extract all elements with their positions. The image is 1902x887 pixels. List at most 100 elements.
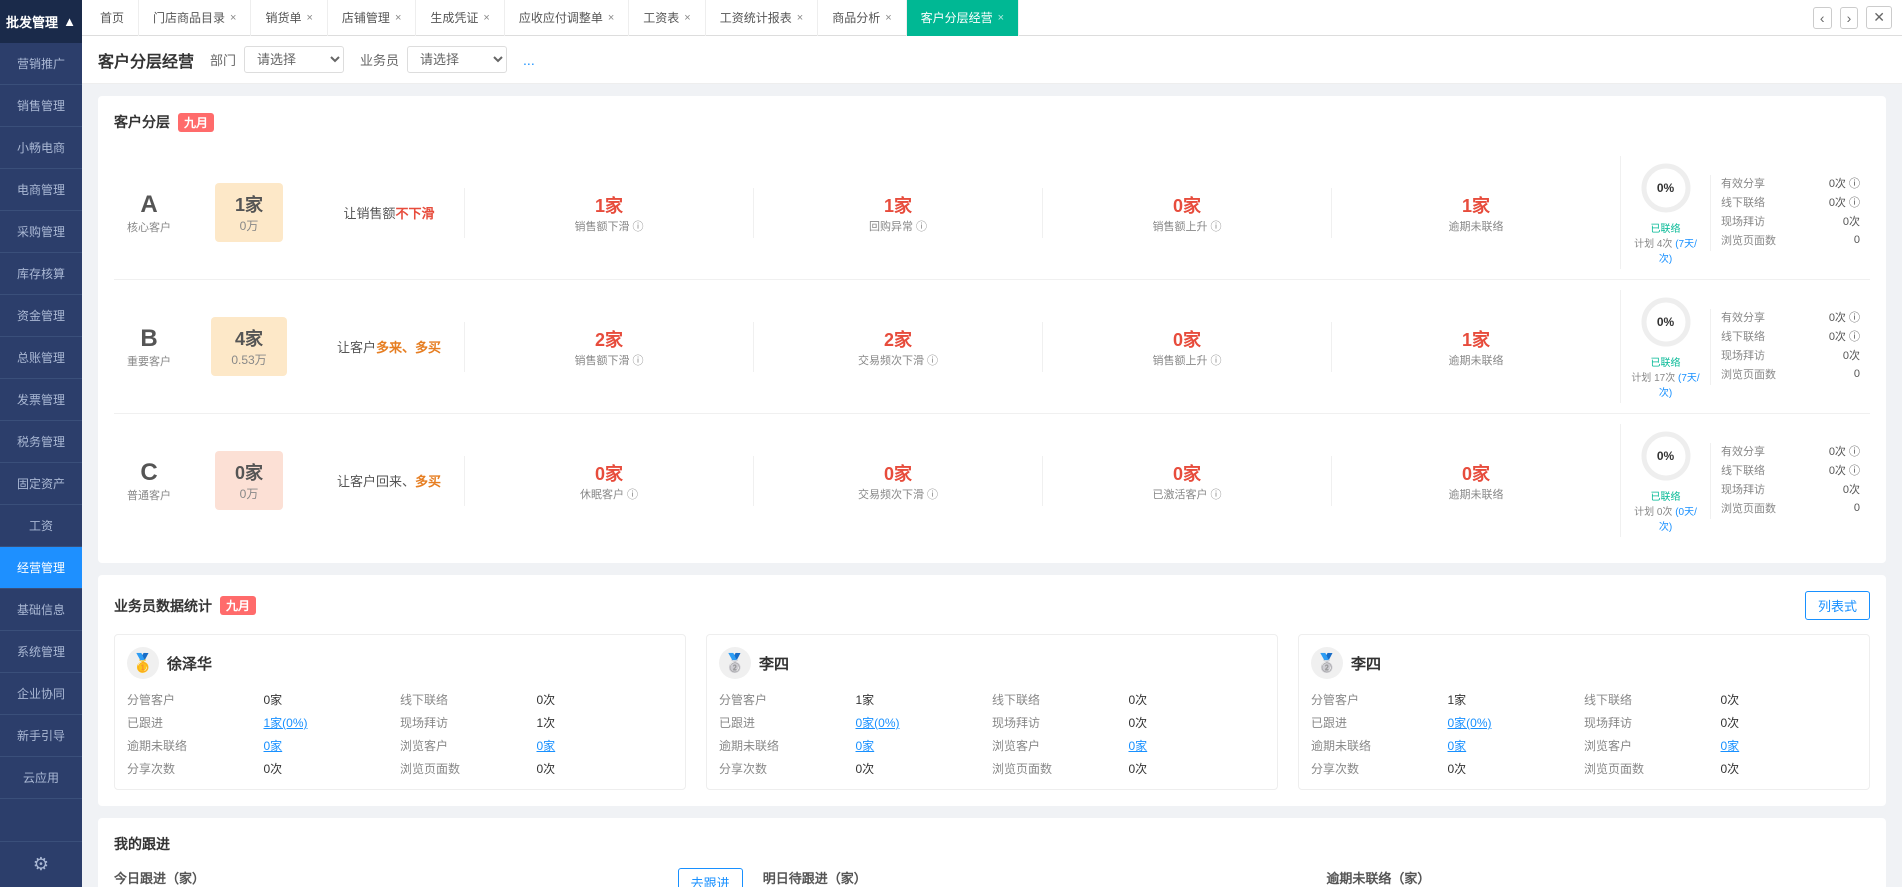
- sidebar-item-固定资产[interactable]: 固定资产: [0, 463, 82, 505]
- page-header-bar: 客户分层经营 部门 请选择 业务员 请选择 ...: [82, 36, 1902, 84]
- tab-客户分层经营[interactable]: 客户分层经营×: [907, 0, 1019, 36]
- tab-close-应收应付调整单[interactable]: ×: [608, 12, 614, 24]
- tab-prev-button[interactable]: ‹: [1813, 7, 1832, 29]
- tab-商品分析[interactable]: 商品分析×: [818, 0, 906, 36]
- biz-stats-title: 业务员数据统计 九月: [114, 596, 256, 616]
- tier-count-C: 0家 0万: [184, 451, 314, 510]
- metric-C-1[interactable]: 0家 交易频次下滑 ⓘ: [753, 456, 1042, 506]
- sidebar-item-发票管理[interactable]: 发票管理: [0, 379, 82, 421]
- tab-销货单[interactable]: 销货单×: [251, 0, 327, 36]
- tab-bar-actions: ‹ › ✕: [1813, 6, 1902, 29]
- tab-close-门店商品目录[interactable]: ×: [230, 12, 236, 24]
- followup-goto-col: 去跟进: [678, 868, 743, 887]
- sidebar-item-工资[interactable]: 工资: [0, 505, 82, 547]
- tab-close-店铺管理[interactable]: ×: [395, 12, 401, 24]
- tab-门店商品目录[interactable]: 门店商品目录×: [139, 0, 251, 36]
- tier-metrics-B: 2家 销售额下滑 ⓘ 2家 交易频次下滑 ⓘ 0家 销售额上升 ⓘ 1家 逾期未…: [464, 322, 1620, 372]
- tab-close-工资表[interactable]: ×: [684, 12, 690, 24]
- metric-A-0[interactable]: 1家 销售额下滑 ⓘ: [464, 188, 753, 238]
- metric-C-3: 0家 逾期未联络: [1331, 456, 1620, 506]
- sidebar-settings-button[interactable]: ⚙: [0, 841, 82, 887]
- metric-B-1[interactable]: 2家 交易频次下滑 ⓘ: [753, 322, 1042, 372]
- tier-action-B: 让客户多来、多买: [314, 337, 464, 356]
- dept-filter-group: 部门 请选择: [210, 46, 344, 73]
- tab-close-生成凭证[interactable]: ×: [483, 12, 489, 24]
- sidebar-item-营销推广[interactable]: 营销推广: [0, 43, 82, 85]
- tier-circle-A: 0% 已联络 计划 4次 (7天/次): [1620, 156, 1710, 269]
- followup-section: 我的跟进 今日跟进（家） 未跟踪 已联络 去联络 1 去跟进: [98, 818, 1886, 887]
- staff-select[interactable]: 请选择: [407, 46, 507, 73]
- sidebar-item-系统管理[interactable]: 系统管理: [0, 631, 82, 673]
- followup-today-col: 今日跟进（家） 未跟踪 已联络 去联络 1: [114, 868, 658, 887]
- biz-card-header-0: 🥇 徐泽华: [127, 647, 673, 679]
- followup-today-title: 今日跟进（家）: [114, 868, 658, 887]
- tab-close-工资统计报表[interactable]: ×: [797, 12, 803, 24]
- biz-card-2: 🥈 李四 分管客户 1家 线下联络 0次已跟进 0家(0%) 现场拜访 0次逾期…: [1298, 634, 1870, 790]
- biz-card-0: 🥇 徐泽华 分管客户 0家 线下联络 0次已跟进 1家(0%) 现场拜访 1次逾…: [114, 634, 686, 790]
- sidebar-item-销售管理[interactable]: 销售管理: [0, 85, 82, 127]
- biz-card-header-1: 🥈 李四: [719, 647, 1265, 679]
- metric-A-3: 1家 逾期未联络: [1331, 188, 1620, 238]
- biz-avatar-0: 🥇: [127, 647, 159, 679]
- biz-avatar-2: 🥈: [1311, 647, 1343, 679]
- main-content: 客户分层 九月 A 核心客户 1家 0万 让销售额不下滑 1家 销售额下滑 ⓘ: [82, 84, 1902, 887]
- followup-tomorrow-col: 明日待跟进（家） A类（核心）客户 0家: [763, 868, 1307, 887]
- sidebar-item-小畅电商[interactable]: 小畅电商: [0, 127, 82, 169]
- sidebar-item-总账管理[interactable]: 总账管理: [0, 337, 82, 379]
- sidebar-item-基础信息[interactable]: 基础信息: [0, 589, 82, 631]
- metric-C-0[interactable]: 0家 休眠客户 ⓘ: [464, 456, 753, 506]
- sidebar-title: 批发管理: [6, 12, 58, 31]
- metric-A-2[interactable]: 0家 销售额上升 ⓘ: [1042, 188, 1331, 238]
- followup-title: 我的跟进: [114, 834, 1870, 854]
- list-view-button[interactable]: 列表式: [1805, 591, 1870, 620]
- tab-close-all-button[interactable]: ✕: [1866, 6, 1892, 29]
- sidebar-collapse-icon[interactable]: ▲: [63, 14, 76, 29]
- customer-tier-section: 客户分层 九月 A 核心客户 1家 0万 让销售额不下滑 1家 销售额下滑 ⓘ: [98, 96, 1886, 563]
- tab-工资统计报表[interactable]: 工资统计报表×: [706, 0, 818, 36]
- more-filter-icon[interactable]: ...: [523, 52, 535, 68]
- tab-首页[interactable]: 首页: [86, 0, 139, 36]
- biz-stats-section: 业务员数据统计 九月 列表式 🥇 徐泽华 分管客户 0家 线下联络 0次已跟进 …: [98, 575, 1886, 806]
- metric-B-0[interactable]: 2家 销售额下滑 ⓘ: [464, 322, 753, 372]
- tier-circle-C: 0% 已联络 计划 0次 (0天/次): [1620, 424, 1710, 537]
- metric-A-1[interactable]: 1家 回购异常 ⓘ: [753, 188, 1042, 238]
- followup-overdue-col: 逾期未联络（家） A类（核心）客户 0家: [1326, 868, 1870, 887]
- sidebar-item-采购管理[interactable]: 采购管理: [0, 211, 82, 253]
- biz-section-header: 业务员数据统计 九月 列表式: [114, 591, 1870, 620]
- tier-row-C: C 普通客户 0家 0万 让客户回来、多买 0家 休眠客户 ⓘ 0家 交易频次下…: [114, 414, 1870, 547]
- tier-count-A: 1家 0万: [184, 183, 314, 242]
- sidebar-item-新手引导[interactable]: 新手引导: [0, 715, 82, 757]
- sidebar-item-电商管理[interactable]: 电商管理: [0, 169, 82, 211]
- biz-stats-grid-0: 分管客户 0家 线下联络 0次已跟进 1家(0%) 现场拜访 1次逾期未联络 0…: [127, 691, 673, 777]
- goto-followup-button[interactable]: 去跟进: [678, 868, 743, 887]
- followup-tomorrow-title: 明日待跟进（家）: [763, 868, 1307, 887]
- sidebar-item-税务管理[interactable]: 税务管理: [0, 421, 82, 463]
- sidebar-item-经营管理[interactable]: 经营管理: [0, 547, 82, 589]
- sidebar-header[interactable]: 批发管理 ▲: [0, 0, 82, 43]
- tab-close-商品分析[interactable]: ×: [885, 12, 891, 24]
- tier-label-B: B 重要客户: [114, 325, 184, 369]
- tier-right-stats-C: 有效分享 0次 ⓘ 线下联络 0次 ⓘ 现场拜访 0次 浏览页面数 0: [1710, 443, 1870, 519]
- tab-店铺管理[interactable]: 店铺管理×: [328, 0, 416, 36]
- settings-icon: ⚙: [33, 854, 49, 874]
- tier-row-A: A 核心客户 1家 0万 让销售额不下滑 1家 销售额下滑 ⓘ 1家 回购异常 …: [114, 146, 1870, 280]
- tier-right-stats-B: 有效分享 0次 ⓘ 线下联络 0次 ⓘ 现场拜访 0次 浏览页面数 0: [1710, 309, 1870, 385]
- tab-next-button[interactable]: ›: [1840, 7, 1859, 29]
- sidebar-item-库存核算[interactable]: 库存核算: [0, 253, 82, 295]
- metric-B-3: 1家 逾期未联络: [1331, 322, 1620, 372]
- metric-C-2[interactable]: 0家 已激活客户 ⓘ: [1042, 456, 1331, 506]
- tier-circle-B: 0% 已联络 计划 17次 (7天/次): [1620, 290, 1710, 403]
- dept-select[interactable]: 请选择: [244, 46, 344, 73]
- tab-生成凭证[interactable]: 生成凭证×: [416, 0, 504, 36]
- sidebar-item-云应用[interactable]: 云应用: [0, 757, 82, 799]
- tab-工资表[interactable]: 工资表×: [629, 0, 705, 36]
- tab-应收应付调整单[interactable]: 应收应付调整单×: [505, 0, 629, 36]
- main-area: 首页门店商品目录×销货单×店铺管理×生成凭证×应收应付调整单×工资表×工资统计报…: [82, 0, 1902, 887]
- tier-label-A: A 核心客户: [114, 191, 184, 235]
- tab-close-客户分层经营[interactable]: ×: [998, 12, 1004, 24]
- sidebar-item-资金管理[interactable]: 资金管理: [0, 295, 82, 337]
- tab-close-销货单[interactable]: ×: [306, 12, 312, 24]
- metric-B-2[interactable]: 0家 销售额上升 ⓘ: [1042, 322, 1331, 372]
- sidebar: 批发管理 ▲ 营销推广销售管理小畅电商电商管理采购管理库存核算资金管理总账管理发…: [0, 0, 82, 887]
- sidebar-item-企业协同[interactable]: 企业协同: [0, 673, 82, 715]
